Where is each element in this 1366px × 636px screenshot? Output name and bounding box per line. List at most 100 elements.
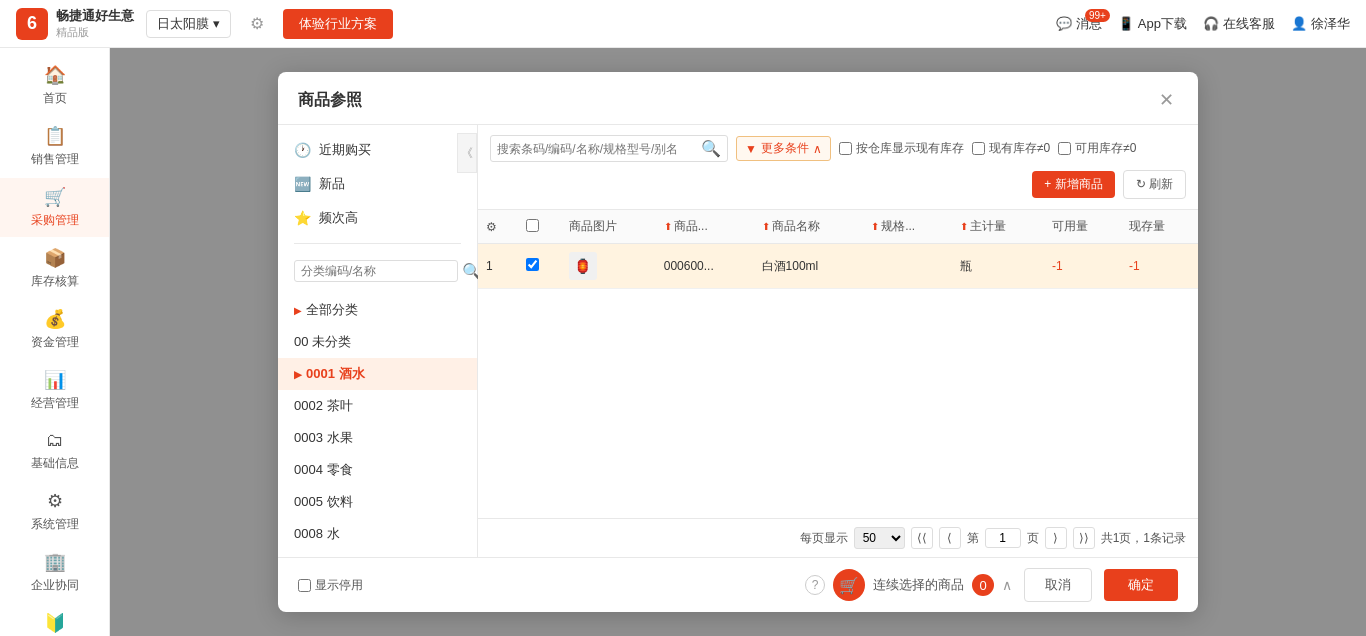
check-usable-input[interactable] [1058, 142, 1071, 155]
page-size-select[interactable]: 50 10 20 100 [854, 527, 905, 549]
category-item-all[interactable]: ▶ 全部分类 [278, 294, 477, 326]
cancel-btn[interactable]: 取消 [1024, 568, 1092, 602]
add-product-btn[interactable]: + 新增商品 [1032, 171, 1114, 198]
modal-title: 商品参照 [298, 90, 362, 111]
th-settings[interactable]: ⚙ [478, 210, 518, 244]
modal-close-btn[interactable]: ✕ [1154, 88, 1178, 112]
last-page-btn[interactable]: ⟩⟩ [1073, 527, 1095, 549]
category-search-area: 🔍 [278, 252, 477, 290]
th-spec[interactable]: ⬆ 规格... [863, 210, 952, 244]
sort-icon: ⬆ [960, 221, 968, 232]
user-menu[interactable]: 👤 徐泽华 [1291, 15, 1350, 33]
table-row[interactable]: 1 🏮 [478, 244, 1198, 289]
modal-body: 🕐 近期购买 🆕 新品 ⭐ 频次高 [278, 125, 1198, 557]
check-warehouse-label[interactable]: 按仓库显示现有库存 [839, 140, 964, 157]
search-icon[interactable]: 🔍 [701, 139, 721, 158]
sidebar-item-finance[interactable]: 💰 资金管理 [0, 300, 109, 359]
row-checkbox[interactable] [526, 258, 539, 271]
finance-icon: 💰 [44, 308, 66, 330]
th-name[interactable]: ⬆ 商品名称 [754, 210, 864, 244]
th-image: 商品图片 [561, 210, 656, 244]
th-available: 可用量 [1044, 210, 1121, 244]
sidebar-item-stock[interactable]: 📦 库存核算 [0, 239, 109, 298]
cart-label: 连续选择的商品 [873, 576, 964, 594]
system-icon: ⚙ [47, 490, 63, 512]
modal-footer: 显示停用 ? 🛒 连续选择的商品 0 ∧ 取消 确定 [278, 557, 1198, 612]
nav-right: 💬 消息 99+ 📱 App下载 🎧 在线客服 👤 徐泽华 [1056, 15, 1350, 33]
new-icon: 🆕 [294, 176, 311, 192]
row-available: -1 [1044, 244, 1121, 289]
check-usable-label[interactable]: 可用库存≠0 [1058, 140, 1136, 157]
select-all-checkbox[interactable] [526, 219, 539, 232]
th-stock: 现存量 [1121, 210, 1198, 244]
help-icon[interactable]: ? [805, 575, 825, 595]
headset-icon: 🎧 [1203, 16, 1219, 31]
app-download-btn[interactable]: 📱 App下载 [1118, 15, 1187, 33]
gear-icon[interactable]: ⚙ [486, 220, 497, 234]
sidebar-item-sales[interactable]: 📋 销售管理 [0, 117, 109, 176]
check-warehouse-input[interactable] [839, 142, 852, 155]
modal-overlay: 商品参照 ✕ 🕐 近期购买 [110, 48, 1366, 636]
sidebar-item-purchase[interactable]: 🛒 采购管理 [0, 178, 109, 237]
page-input[interactable] [985, 528, 1021, 548]
show-disabled-checkbox[interactable] [298, 579, 311, 592]
category-item-c0008[interactable]: 0008 水 [278, 518, 477, 549]
phone-icon: 📱 [1118, 16, 1134, 31]
category-search-input[interactable] [294, 260, 458, 282]
product-thumb: 🏮 [569, 252, 597, 280]
sort-icon: ⬆ [762, 221, 770, 232]
row-stock: -1 [1121, 244, 1198, 289]
filter-btn[interactable]: ▼ 更多条件 ∧ [736, 136, 831, 161]
cart-icon[interactable]: 🛒 [833, 569, 865, 601]
chevron-up-icon[interactable]: ∧ [1002, 577, 1012, 593]
support-btn[interactable]: 🎧 在线客服 [1203, 15, 1275, 33]
nav-frequent[interactable]: ⭐ 频次高 [278, 201, 457, 235]
category-item-c0001[interactable]: ▶ 0001 酒水 [278, 358, 477, 390]
search-input[interactable] [497, 142, 697, 156]
sidebar-item-operation[interactable]: 📊 经营管理 [0, 361, 109, 420]
store-dropdown[interactable]: 日太阳膜 ▾ [146, 10, 231, 38]
left-panel: 🕐 近期购买 🆕 新品 ⭐ 频次高 [278, 125, 478, 557]
divider [294, 243, 461, 244]
table-wrapper: ⚙ 商品图片 [478, 210, 1198, 518]
topnav: 6 畅捷通好生意 精品版 日太阳膜 ▾ ⚙ 体验行业方案 💬 消息 99+ 📱 … [0, 0, 1366, 48]
th-check[interactable] [518, 210, 561, 244]
messages-btn[interactable]: 💬 消息 99+ [1056, 15, 1102, 33]
page-size-label: 每页显示 [800, 530, 848, 547]
operation-icon: 📊 [44, 369, 66, 391]
category-item-c0004[interactable]: 0004 零食 [278, 454, 477, 486]
category-item-c0003[interactable]: 0003 水果 [278, 422, 477, 454]
stock-icon: 📦 [44, 247, 66, 269]
check-available-label[interactable]: 现有库存≠0 [972, 140, 1050, 157]
trial-btn[interactable]: 体验行业方案 [283, 9, 393, 39]
row-check[interactable] [518, 244, 561, 289]
sidebar-item-enterprise[interactable]: 🏢 企业协同 [0, 543, 109, 602]
next-page-btn[interactable]: ⟩ [1045, 527, 1067, 549]
th-unit[interactable]: ⬆ 主计量 [952, 210, 1044, 244]
sidebar-item-system[interactable]: ⚙ 系统管理 [0, 482, 109, 541]
category-item-c00[interactable]: 00 未分类 [278, 326, 477, 358]
sidebar-item-home[interactable]: 🏠 首页 [0, 56, 109, 115]
refresh-btn[interactable]: ↻ 刷新 [1123, 170, 1186, 199]
show-disabled-label[interactable]: 显示停用 [298, 577, 363, 594]
sidebar-item-base[interactable]: 🗂 基础信息 [0, 422, 109, 480]
home-icon: 🏠 [44, 64, 66, 86]
first-page-btn[interactable]: ⟨⟨ [911, 527, 933, 549]
confirm-btn[interactable]: 确定 [1104, 569, 1178, 601]
arrow-active-icon: ▶ [294, 369, 302, 380]
row-name: 白酒100ml [754, 244, 864, 289]
prev-page-btn[interactable]: ⟨ [939, 527, 961, 549]
sort-icon: ⬆ [664, 221, 672, 232]
user-avatar: 👤 [1291, 16, 1307, 31]
category-item-c0002[interactable]: 0002 茶叶 [278, 390, 477, 422]
check-available-input[interactable] [972, 142, 985, 155]
table-body: 1 🏮 [478, 244, 1198, 289]
cart-count: 0 [972, 574, 994, 596]
sidebar-item-guide[interactable]: 🔰 新手引导 [0, 604, 109, 636]
th-code[interactable]: ⬆ 商品... [656, 210, 754, 244]
collapse-btn[interactable]: 《 [457, 133, 477, 173]
category-item-c0005[interactable]: 0005 饮料 [278, 486, 477, 518]
nav-new[interactable]: 🆕 新品 [278, 167, 457, 201]
settings-icon[interactable]: ⚙ [243, 10, 271, 38]
nav-recent[interactable]: 🕐 近期购买 [278, 133, 457, 167]
